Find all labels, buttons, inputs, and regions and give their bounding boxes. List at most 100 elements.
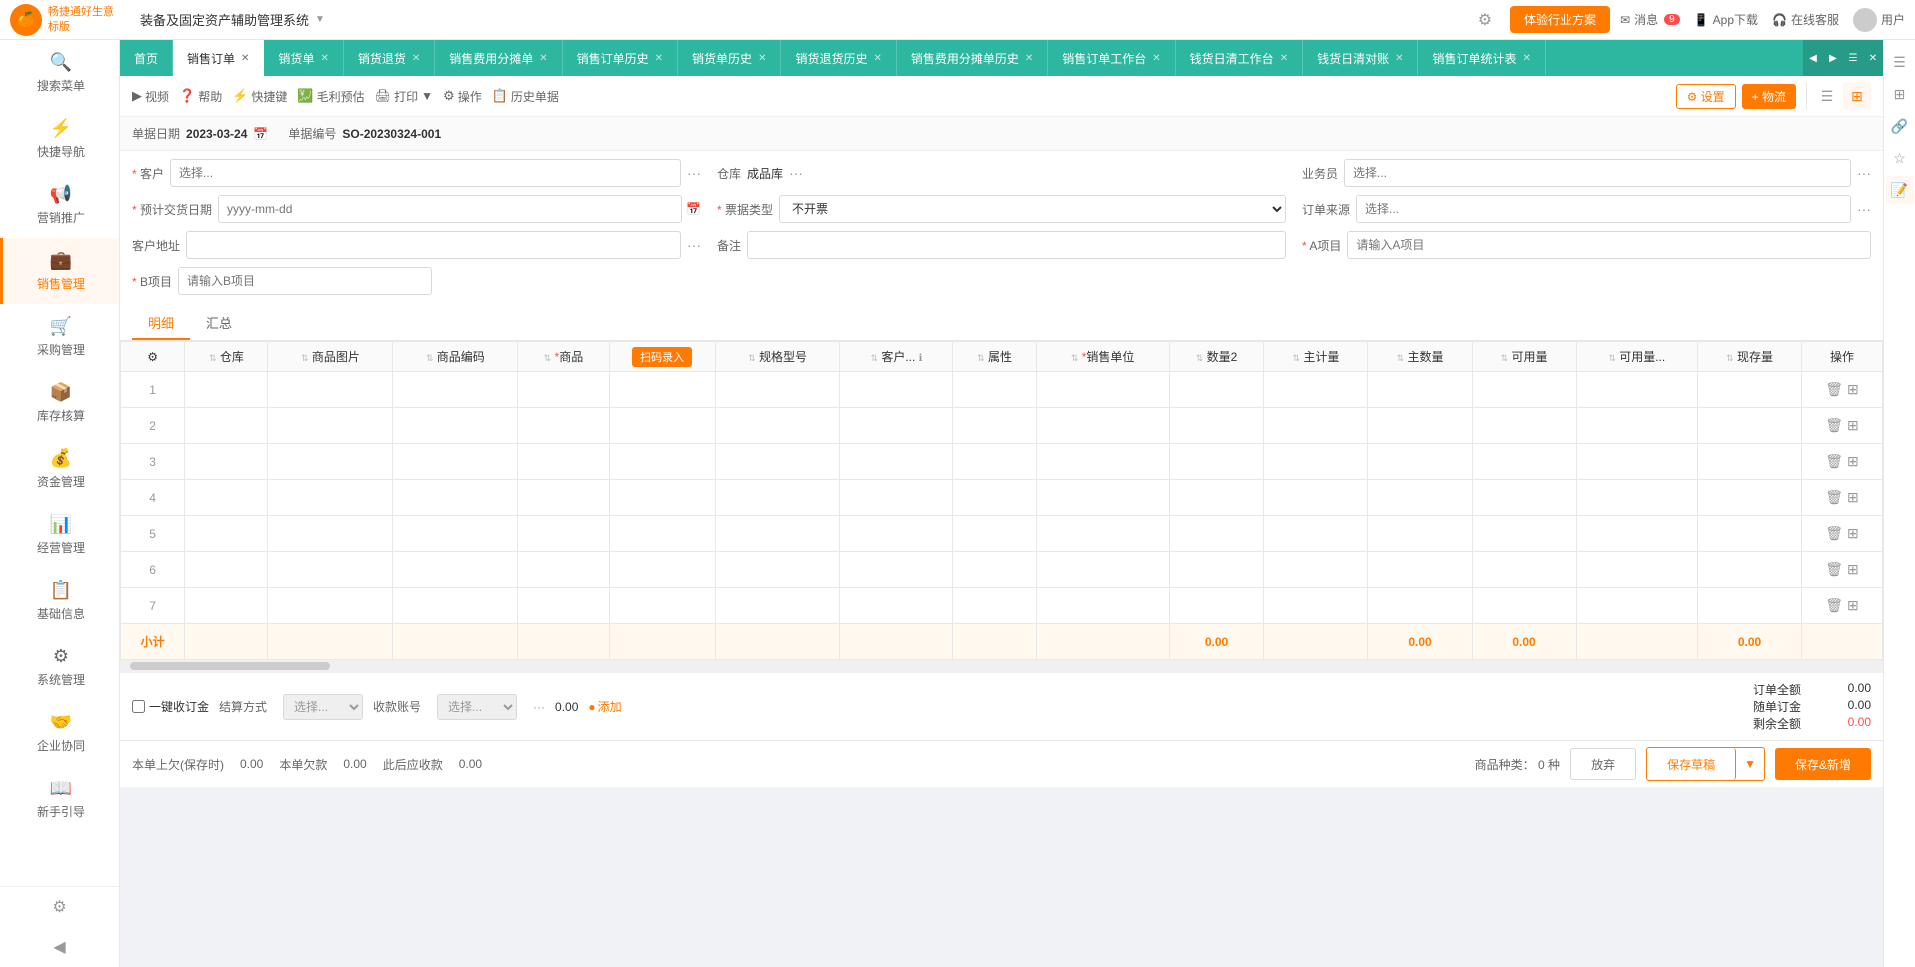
tab-close-icon[interactable]: ✕ bbox=[241, 53, 249, 64]
cell-qty2[interactable] bbox=[1169, 588, 1264, 624]
tab-close-icon[interactable]: ✕ bbox=[1152, 53, 1160, 64]
salesperson-more-icon[interactable]: ··· bbox=[1857, 165, 1871, 181]
cell-main-qty[interactable] bbox=[1368, 516, 1472, 552]
warehouse-more-icon[interactable]: ··· bbox=[789, 165, 803, 181]
sidebar-collapse-button[interactable]: ◀ bbox=[0, 927, 119, 967]
cell-available-qty[interactable] bbox=[1472, 408, 1576, 444]
cell-main-qty[interactable] bbox=[1368, 588, 1472, 624]
cell-qty2[interactable] bbox=[1169, 408, 1264, 444]
tab-close-icon[interactable]: ✕ bbox=[1025, 53, 1033, 64]
sidebar-item-sales[interactable]: 💼 销售管理 bbox=[0, 238, 119, 304]
tab-sales-expense[interactable]: 销售费用分摊单 ✕ bbox=[435, 40, 562, 76]
cell-available-qty2[interactable] bbox=[1576, 552, 1697, 588]
cell-spec[interactable] bbox=[715, 408, 840, 444]
cell-qty2[interactable] bbox=[1169, 552, 1264, 588]
salesperson-input[interactable] bbox=[1344, 159, 1851, 187]
cell-spec[interactable] bbox=[715, 516, 840, 552]
add-receipt-button[interactable]: ● 添加 bbox=[588, 698, 621, 715]
cell-main-qty[interactable] bbox=[1368, 480, 1472, 516]
order-source-input[interactable] bbox=[1356, 195, 1851, 223]
cell-product-image[interactable] bbox=[268, 516, 393, 552]
cell-product[interactable] bbox=[518, 552, 609, 588]
cell-warehouse[interactable] bbox=[185, 444, 268, 480]
cell-available-qty2[interactable] bbox=[1576, 588, 1697, 624]
cell-attribute[interactable] bbox=[953, 552, 1036, 588]
customer-more-icon[interactable]: ··· bbox=[687, 165, 701, 181]
cell-product[interactable] bbox=[518, 516, 609, 552]
user-menu[interactable]: 用户 bbox=[1853, 8, 1905, 32]
save-new-button[interactable]: 保存&新增 bbox=[1775, 748, 1871, 780]
app-download-button[interactable]: 📱 App下载 bbox=[1694, 11, 1758, 28]
cell-spec[interactable] bbox=[715, 480, 840, 516]
cell-main-unit[interactable] bbox=[1264, 480, 1368, 516]
system-dropdown-icon[interactable]: ▼ bbox=[315, 14, 325, 25]
cell-product-code[interactable] bbox=[393, 372, 518, 408]
customer-address-input[interactable] bbox=[186, 231, 681, 259]
delete-row-button[interactable]: 🗑 bbox=[1825, 561, 1843, 578]
right-panel-icon-2[interactable]: ⊞ bbox=[1886, 80, 1914, 108]
cell-main-unit[interactable] bbox=[1264, 516, 1368, 552]
tab-close-icon[interactable]: ✕ bbox=[412, 53, 420, 64]
cell-main-qty[interactable] bbox=[1368, 372, 1472, 408]
copy-row-button[interactable]: ⊞ bbox=[1847, 489, 1859, 506]
tab-menu-button[interactable]: ☰ bbox=[1843, 40, 1863, 76]
cell-product-code[interactable] bbox=[393, 588, 518, 624]
cell-available-qty[interactable] bbox=[1472, 444, 1576, 480]
cell-main-unit[interactable] bbox=[1264, 408, 1368, 444]
cell-qty2[interactable] bbox=[1169, 480, 1264, 516]
save-draft-dropdown-button[interactable]: ▼ bbox=[1736, 748, 1764, 780]
sidebar-item-cooperation[interactable]: 🤝 企业协同 bbox=[0, 700, 119, 766]
cell-attribute[interactable] bbox=[953, 480, 1036, 516]
cell-product[interactable] bbox=[518, 480, 609, 516]
cell-main-qty[interactable] bbox=[1368, 552, 1472, 588]
right-panel-icon-5[interactable]: 📝 bbox=[1886, 176, 1914, 204]
cell-sales-unit[interactable] bbox=[1036, 552, 1169, 588]
remarks-input[interactable] bbox=[747, 231, 1286, 259]
cell-sales-unit[interactable] bbox=[1036, 372, 1169, 408]
cell-attribute[interactable] bbox=[953, 372, 1036, 408]
copy-row-button[interactable]: ⊞ bbox=[1847, 597, 1859, 614]
tab-cash-workbench[interactable]: 钱货日清工作台 ✕ bbox=[1176, 40, 1303, 76]
delete-row-button[interactable]: 🗑 bbox=[1825, 381, 1843, 398]
copy-row-button[interactable]: ⊞ bbox=[1847, 417, 1859, 434]
delete-row-button[interactable]: 🗑 bbox=[1825, 525, 1843, 542]
sidebar-item-quick[interactable]: ⚡ 快捷导航 bbox=[0, 106, 119, 172]
sidebar-item-operations[interactable]: 📊 经营管理 bbox=[0, 502, 119, 568]
sidebar-item-marketing[interactable]: 📢 营销推广 bbox=[0, 172, 119, 238]
toolbar-item-operation[interactable]: ⚙ 操作 bbox=[443, 88, 482, 105]
delete-row-button[interactable]: 🗑 bbox=[1825, 453, 1843, 470]
payment-method-select[interactable]: 选择... bbox=[283, 694, 363, 720]
sidebar-item-basic-info[interactable]: 📋 基础信息 bbox=[0, 568, 119, 634]
cell-warehouse[interactable] bbox=[185, 372, 268, 408]
cell-sales-unit[interactable] bbox=[1036, 588, 1169, 624]
cell-product[interactable] bbox=[518, 408, 609, 444]
cell-main-qty[interactable] bbox=[1368, 408, 1472, 444]
sidebar-item-guide[interactable]: 📖 新手引导 bbox=[0, 766, 119, 832]
tab-sales-invoice[interactable]: 销货单 ✕ bbox=[264, 40, 343, 76]
cell-spec[interactable] bbox=[715, 444, 840, 480]
cell-customer-info[interactable] bbox=[840, 516, 953, 552]
cell-current-qty[interactable] bbox=[1698, 552, 1802, 588]
sidebar-settings-button[interactable]: ⚙ bbox=[0, 887, 119, 927]
address-more-icon[interactable]: ··· bbox=[687, 237, 701, 253]
cell-sales-unit[interactable] bbox=[1036, 444, 1169, 480]
sidebar-item-inventory[interactable]: 📦 库存核算 bbox=[0, 370, 119, 436]
cell-available-qty2[interactable] bbox=[1576, 516, 1697, 552]
b-project-input[interactable] bbox=[178, 267, 432, 295]
cell-current-qty[interactable] bbox=[1698, 444, 1802, 480]
cell-attribute[interactable] bbox=[953, 444, 1036, 480]
cell-customer-info[interactable] bbox=[840, 444, 953, 480]
solution-button[interactable]: 体验行业方案 bbox=[1510, 6, 1610, 33]
delete-row-button[interactable]: 🗑 bbox=[1825, 417, 1843, 434]
cell-available-qty[interactable] bbox=[1472, 516, 1576, 552]
cell-available-qty[interactable] bbox=[1472, 552, 1576, 588]
scroll-thumb[interactable] bbox=[130, 662, 330, 670]
tab-close-icon[interactable]: ✕ bbox=[1280, 53, 1288, 64]
cell-product-image[interactable] bbox=[268, 480, 393, 516]
col-settings[interactable]: ⚙ bbox=[121, 342, 185, 372]
receipt-account-select[interactable]: 选择... bbox=[437, 694, 517, 720]
cell-main-qty[interactable] bbox=[1368, 444, 1472, 480]
a-project-input[interactable] bbox=[1347, 231, 1871, 259]
tab-close-all-button[interactable]: ✕ bbox=[1863, 40, 1883, 76]
calendar-icon[interactable]: 📅 bbox=[686, 202, 701, 216]
